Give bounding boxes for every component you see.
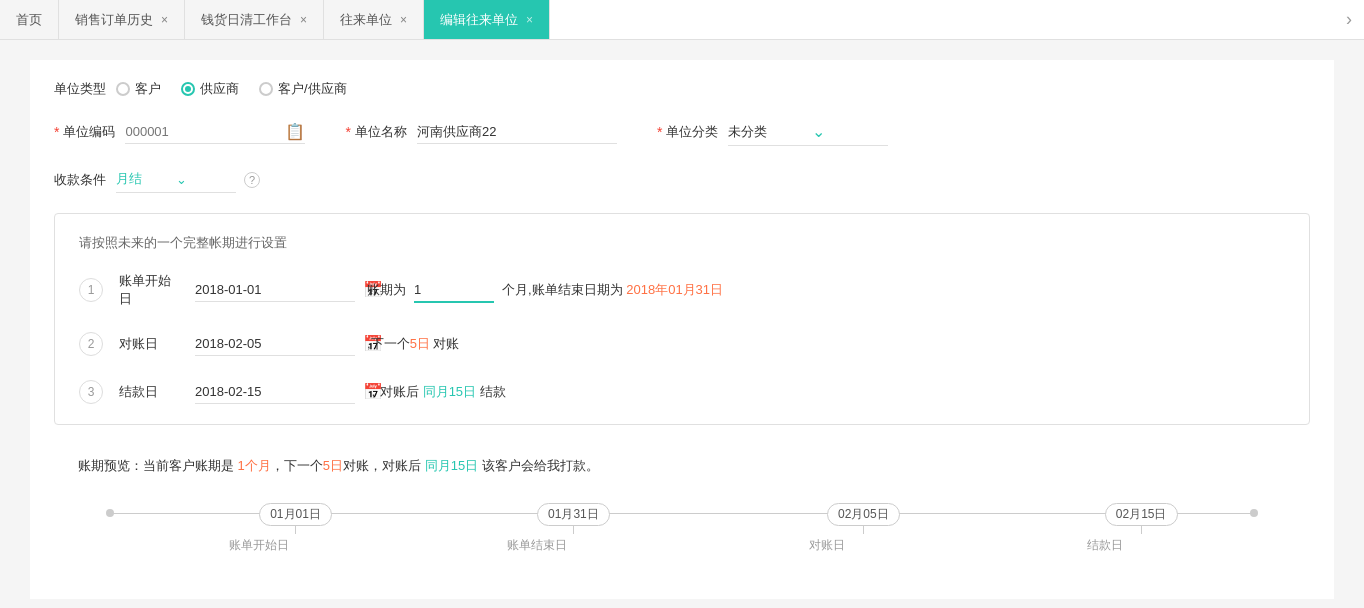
timeline-pill-2: 01月31日 — [537, 503, 610, 526]
billing-period-input-wrap — [414, 278, 494, 303]
radio-customer-supplier-circle — [259, 82, 273, 96]
timeline-pill-3: 02月05日 — [827, 503, 900, 526]
unit-name-input[interactable] — [417, 120, 617, 144]
billing-period-label: 账期为 — [367, 281, 406, 299]
timeline-tick-1 — [295, 526, 296, 534]
unit-class-label: 单位分类 — [666, 123, 718, 141]
billing-row-2-desc: ,下一个5日 对账 — [367, 335, 459, 353]
unit-class-required: * — [657, 124, 662, 140]
billing-row-2-highlight: 5日 — [410, 336, 430, 351]
radio-customer-circle — [116, 82, 130, 96]
timeline-label-2: 账单结束日 — [507, 537, 567, 554]
payment-terms-row: 收款条件 月结 ⌄ ? — [54, 166, 1310, 193]
unit-code-group: * 单位编码 📋 — [54, 120, 305, 144]
tab-bar: 首页 销售订单历史 × 钱货日清工作台 × 往来单位 × 编辑往来单位 × › — [0, 0, 1364, 40]
billing-label-3: 结款日 — [119, 383, 179, 401]
timeline-container: 01月01日 01月31日 02月05日 02月15日 — [78, 499, 1286, 559]
tab-partner-units-close[interactable]: × — [400, 13, 407, 27]
form-section: 单位类型 客户 供应商 客户/供应商 * 单位 — [30, 60, 1334, 599]
billing-row-3-highlight: 同月15日 — [423, 384, 476, 399]
unit-code-input[interactable] — [125, 120, 285, 143]
billing-num-3: 3 — [79, 380, 103, 404]
unit-code-input-wrap: 📋 — [125, 120, 305, 144]
timeline-node-1: 01月01日 — [259, 503, 332, 534]
timeline-node-3: 02月05日 — [827, 503, 900, 534]
tab-home[interactable]: 首页 — [0, 0, 59, 39]
billing-label-1: 账单开始日 — [119, 272, 179, 308]
billing-date-3-wrap: 📅 — [195, 380, 355, 404]
timeline-label-4: 结款日 — [1087, 537, 1123, 554]
billing-period-end-date: 2018年01月31日 — [626, 282, 723, 297]
tab-edit-partner[interactable]: 编辑往来单位 × — [424, 0, 550, 39]
payment-terms-help-icon[interactable]: ? — [244, 172, 260, 188]
billing-date-2-wrap: 📅 — [195, 332, 355, 356]
unit-name-group: * 单位名称 — [345, 120, 616, 144]
billing-num-1: 1 — [79, 278, 103, 302]
tab-cash-work[interactable]: 钱货日清工作台 × — [185, 0, 324, 39]
preview-part1: 1个月 — [234, 458, 271, 473]
preview-sep1: ，下一个 — [271, 458, 323, 473]
billing-date-1-input[interactable] — [195, 278, 363, 301]
timeline-node-4: 02月15日 — [1105, 503, 1178, 534]
timeline-left-dot — [106, 509, 114, 517]
tab-edit-partner-close[interactable]: × — [526, 13, 533, 27]
billing-row-1: 1 账单开始日 📅 账期为 个月,账单结束日期为 2018年01月31日 — [79, 272, 1285, 308]
unit-code-label: 单位编码 — [63, 123, 115, 141]
payment-terms-chevron-icon: ⌄ — [176, 168, 236, 191]
radio-supplier[interactable]: 供应商 — [181, 80, 239, 98]
unit-class-group: * 单位分类 未分类 ⌄ — [657, 118, 888, 146]
radio-supplier-circle — [181, 82, 195, 96]
timeline-right-dot — [1250, 509, 1258, 517]
timeline-tick-2 — [573, 526, 574, 534]
unit-code-required: * — [54, 124, 59, 140]
radio-customer[interactable]: 客户 — [116, 80, 161, 98]
billing-row-2: 2 对账日 📅 ,下一个5日 对账 — [79, 332, 1285, 356]
billing-title: 请按照未来的一个完整帐期进行设置 — [79, 234, 1285, 252]
timeline-tick-3 — [863, 526, 864, 534]
preview-section: 账期预览：当前客户账期是 1个月，下一个5日对账，对账后 同月15日 该客户会给… — [54, 441, 1310, 475]
preview-part2: 5日 — [323, 458, 343, 473]
preview-part3: 同月15日 — [425, 458, 478, 473]
payment-terms-label: 收款条件 — [54, 171, 106, 189]
unit-class-chevron-icon: ⌄ — [812, 118, 888, 145]
tab-partner-units[interactable]: 往来单位 × — [324, 0, 424, 39]
timeline-wrap: 01月01日 01月31日 02月05日 02月15日 — [54, 499, 1310, 579]
timeline-pill-4: 02月15日 — [1105, 503, 1178, 526]
billing-row-3: 3 结款日 📅 ，对账后 同月15日 结款 — [79, 380, 1285, 404]
tab-sales-history[interactable]: 销售订单历史 × — [59, 0, 185, 39]
billing-row-3-desc: ，对账后 同月15日 结款 — [367, 383, 506, 401]
timeline-label-3: 对账日 — [809, 537, 845, 554]
timeline-pill-1: 01月01日 — [259, 503, 332, 526]
payment-terms-dropdown[interactable]: 月结 ⌄ — [116, 166, 236, 193]
tab-more-button[interactable]: › — [1334, 0, 1364, 39]
radio-customer-supplier[interactable]: 客户/供应商 — [259, 80, 347, 98]
billing-date-1-wrap: 📅 — [195, 278, 355, 302]
timeline-label-1: 账单开始日 — [229, 537, 289, 554]
unit-type-radio-group: 客户 供应商 客户/供应商 — [116, 80, 347, 98]
billing-num-2: 2 — [79, 332, 103, 356]
unit-code-icon[interactable]: 📋 — [285, 122, 305, 141]
billing-date-3-input[interactable] — [195, 380, 363, 403]
unit-info-row: * 单位编码 📋 * 单位名称 * 单位分类 未分类 ⌄ — [54, 118, 1310, 146]
unit-name-required: * — [345, 124, 350, 140]
unit-type-label: 单位类型 — [54, 80, 106, 98]
timeline-node-2: 01月31日 — [537, 503, 610, 534]
unit-type-row: 单位类型 客户 供应商 客户/供应商 — [54, 80, 1310, 98]
billing-box: 请按照未来的一个完整帐期进行设置 1 账单开始日 📅 账期为 个月,账单结束日期… — [54, 213, 1310, 425]
main-content: 单位类型 客户 供应商 客户/供应商 * 单位 — [0, 40, 1364, 608]
unit-name-label: 单位名称 — [355, 123, 407, 141]
timeline-tick-4 — [1141, 526, 1142, 534]
tab-sales-history-close[interactable]: × — [161, 13, 168, 27]
billing-label-2: 对账日 — [119, 335, 179, 353]
unit-class-dropdown[interactable]: 未分类 ⌄ — [728, 118, 888, 146]
tab-cash-work-close[interactable]: × — [300, 13, 307, 27]
billing-period-unit: 个月,账单结束日期为 2018年01月31日 — [502, 281, 723, 299]
billing-date-2-input[interactable] — [195, 332, 363, 355]
billing-period-input[interactable] — [414, 278, 494, 301]
preview-text: 账期预览：当前客户账期是 1个月，下一个5日对账，对账后 同月15日 该客户会给… — [78, 457, 1286, 475]
